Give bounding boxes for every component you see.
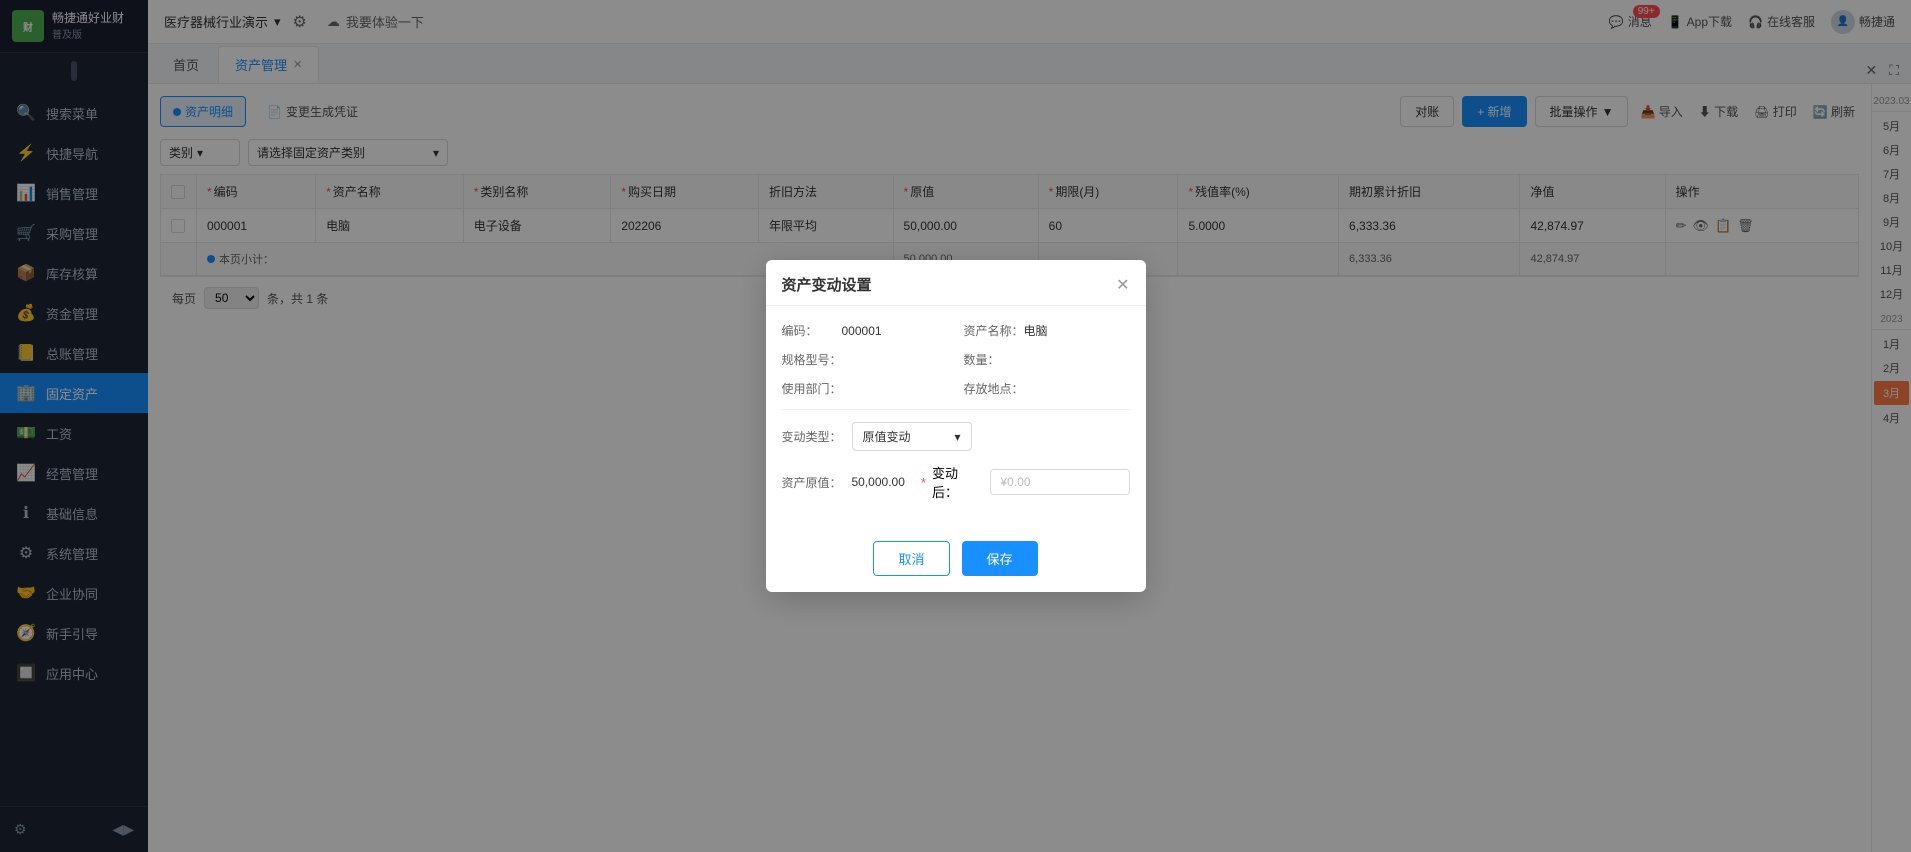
code-label: 编码： [782, 322, 842, 339]
asset-name-value: 电脑 [1024, 322, 1048, 339]
modal-dept-field: 使用部门： [782, 380, 948, 397]
after-change-label: 变动后： [932, 463, 974, 501]
required-star: * [921, 475, 926, 490]
modal-title: 资产变动设置 [782, 274, 872, 295]
modal-footer: 取消 保存 [766, 529, 1146, 592]
modal-close-icon[interactable]: ✕ [1116, 275, 1129, 295]
asset-change-modal: 资产变动设置 ✕ 编码： 000001 资产名称： 电脑 规格型号： [766, 260, 1146, 592]
change-type-value: 原值变动 [863, 428, 911, 445]
modal-overlay: 资产变动设置 ✕ 编码： 000001 资产名称： 电脑 规格型号： [0, 0, 1911, 852]
save-button[interactable]: 保存 [962, 541, 1038, 576]
modal-code-field: 编码： 000001 [782, 322, 948, 339]
modal-body: 编码： 000001 资产名称： 电脑 规格型号： 数量： [766, 306, 1146, 529]
modal-row-1: 编码： 000001 资产名称： 电脑 [782, 322, 1130, 339]
modal-divider [782, 409, 1130, 410]
change-type-label: 变动类型： [782, 428, 852, 445]
modal-row-2: 规格型号： 数量： [782, 351, 1130, 368]
modal-spec-field: 规格型号： [782, 351, 948, 368]
modal-qty-field: 数量： [964, 351, 1130, 368]
qty-label: 数量： [964, 351, 1024, 368]
original-value: 50,000.00 [852, 475, 905, 489]
dept-label: 使用部门： [782, 380, 842, 397]
modal-value-row: 资产原值： 50,000.00 * 变动后： [782, 463, 1130, 501]
after-change-input[interactable] [990, 469, 1130, 495]
spec-label: 规格型号： [782, 351, 842, 368]
location-label: 存放地点： [964, 380, 1024, 397]
cancel-button[interactable]: 取消 [873, 541, 949, 576]
modal-asset-name-field: 资产名称： 电脑 [964, 322, 1130, 339]
asset-name-label: 资产名称： [964, 322, 1024, 339]
original-value-label: 资产原值： [782, 474, 852, 491]
modal-header: 资产变动设置 ✕ [766, 260, 1146, 306]
modal-location-field: 存放地点： [964, 380, 1130, 397]
change-type-arrow: ▾ [954, 430, 960, 444]
change-type-select[interactable]: 原值变动 ▾ [852, 422, 972, 451]
modal-row-3: 使用部门： 存放地点： [782, 380, 1130, 397]
code-value: 000001 [842, 324, 882, 338]
modal-change-type-row: 变动类型： 原值变动 ▾ [782, 422, 1130, 451]
